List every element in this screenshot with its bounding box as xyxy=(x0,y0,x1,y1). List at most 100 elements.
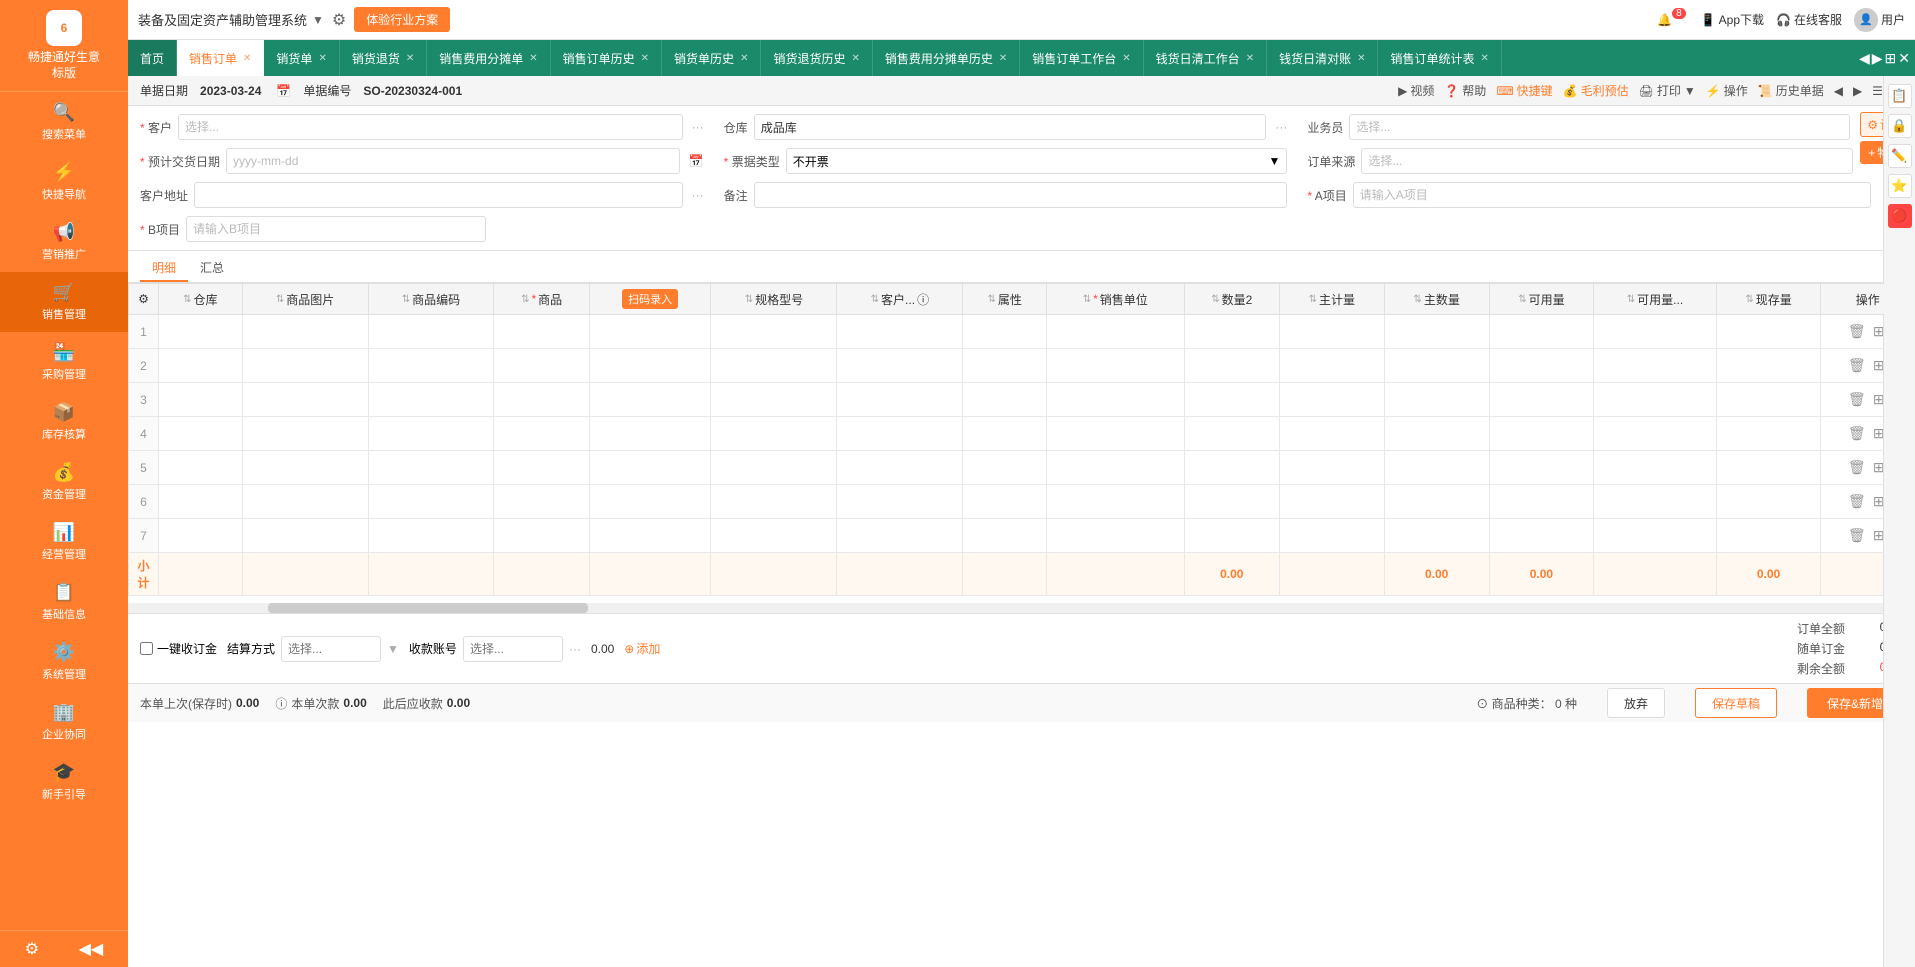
tab-close-icon[interactable]: ✕ xyxy=(1481,53,1489,64)
tab-close-icon[interactable]: ✕ xyxy=(406,53,414,64)
delete-icon[interactable]: 🗑 xyxy=(1848,391,1866,409)
one-click-checkbox[interactable] xyxy=(140,642,153,655)
right-panel-btn-2[interactable]: 🔒 xyxy=(1888,114,1912,138)
th-scan[interactable]: 扫码录入 xyxy=(589,284,711,315)
sidebar-item-inventory[interactable]: 📦 库存核算 xyxy=(0,392,128,452)
th-product-image[interactable]: ⇅商品图片 xyxy=(242,284,368,315)
order-source-input[interactable] xyxy=(1361,148,1853,174)
right-panel-btn-3[interactable]: ✏️ xyxy=(1888,144,1912,168)
th-gear[interactable]: ⚙ xyxy=(129,284,159,315)
calendar-icon[interactable]: 📅 xyxy=(276,84,291,98)
th-quantity2[interactable]: ⇅数量2 xyxy=(1184,284,1279,315)
right-panel-btn-4[interactable]: ⭐ xyxy=(1888,174,1912,198)
sidebar-item-basic[interactable]: 📋 基础信息 xyxy=(0,572,128,632)
salesperson-input[interactable] xyxy=(1349,114,1850,140)
history-action[interactable]: 📜 历史单据 xyxy=(1758,82,1824,99)
topbar-gear-icon[interactable]: ⚙ xyxy=(332,10,346,30)
th-customer-no[interactable]: ⇅客户... ⓘ xyxy=(837,284,963,315)
a-project-input[interactable] xyxy=(1353,182,1871,208)
tab-sales-return[interactable]: 销货退货✕ xyxy=(340,40,427,76)
sidebar-item-quicknav[interactable]: ⚡ 快捷导航 xyxy=(0,152,128,212)
one-click-label[interactable]: 一键收订金 xyxy=(140,640,217,657)
help-action[interactable]: ❓ 帮助 xyxy=(1444,82,1486,99)
tab-close-icon[interactable]: ✕ xyxy=(851,53,859,64)
view-action[interactable]: ▶ 视频 xyxy=(1398,82,1434,99)
nav-close-btn[interactable]: ✕ xyxy=(1898,50,1910,67)
sidebar-item-purchase[interactable]: 🏪 采购管理 xyxy=(0,332,128,392)
tab-invoice-history[interactable]: 销货单历史✕ xyxy=(662,40,761,76)
warehouse-input[interactable] xyxy=(754,114,1267,140)
warehouse-dots[interactable]: ··· xyxy=(1275,120,1287,134)
right-panel-btn-1[interactable]: 📋 xyxy=(1888,84,1912,108)
th-warehouse[interactable]: ⇅仓库 xyxy=(159,284,243,315)
receipt-dots[interactable]: ··· xyxy=(569,642,581,656)
tab-close-icon[interactable]: ✕ xyxy=(243,53,251,64)
tab-fee-history[interactable]: 销售费用分摊单历史✕ xyxy=(873,40,1020,76)
notes-input[interactable] xyxy=(754,182,1288,208)
th-attribute[interactable]: ⇅属性 xyxy=(963,284,1047,315)
tab-home[interactable]: 首页 xyxy=(128,40,177,76)
system-dropdown-btn[interactable]: ▼ xyxy=(312,13,324,27)
tab-close-icon[interactable]: ✕ xyxy=(318,53,326,64)
sidebar-item-enterprise[interactable]: 🏢 企业协同 xyxy=(0,692,128,752)
save-draft-button[interactable]: 保存草稿 xyxy=(1695,688,1777,718)
payment-method-input[interactable] xyxy=(281,636,381,662)
cell-customer-no[interactable] xyxy=(837,315,963,349)
cell-name[interactable] xyxy=(494,315,589,349)
tab-summary[interactable]: 汇总 xyxy=(188,255,236,282)
cell-qty2[interactable] xyxy=(1184,315,1279,349)
customer-input[interactable] xyxy=(178,114,683,140)
sidebar-item-search[interactable]: 🔍 搜索菜单 xyxy=(0,92,128,152)
tab-close-icon[interactable]: ✕ xyxy=(740,53,748,64)
cell-spec[interactable] xyxy=(711,315,837,349)
app-download-btn[interactable]: 📱 App下载 xyxy=(1701,11,1764,28)
address-dots[interactable]: ··· xyxy=(692,188,704,202)
cell-warehouse[interactable] xyxy=(159,315,243,349)
online-service-btn[interactable]: 🎧 在线客服 xyxy=(1776,11,1842,28)
nav-prev-form-btn[interactable]: ◀ xyxy=(1834,84,1843,98)
shortcut-action[interactable]: ⌨ 快捷键 xyxy=(1496,82,1552,99)
right-panel-btn-5[interactable]: 🔴 xyxy=(1888,204,1912,228)
sidebar-item-sales[interactable]: 🛒 销售管理 xyxy=(0,272,128,332)
tab-sales-summary[interactable]: 销售订单统计表✕ xyxy=(1378,40,1501,76)
b-project-input[interactable] xyxy=(186,216,486,242)
tab-close-icon[interactable]: ✕ xyxy=(999,53,1007,64)
tab-close-icon[interactable]: ✕ xyxy=(1357,53,1365,64)
nav-next-form-btn[interactable]: ▶ xyxy=(1853,84,1862,98)
tab-close-icon[interactable]: ✕ xyxy=(1122,53,1130,64)
th-product-code[interactable]: ⇅商品编码 xyxy=(368,284,494,315)
th-sales-unit[interactable]: ⇅*销售单位 xyxy=(1046,284,1184,315)
cell-sales-unit[interactable] xyxy=(1046,315,1184,349)
th-spec[interactable]: ⇅规格型号 xyxy=(711,284,837,315)
sidebar-item-guide[interactable]: 🎓 新手引导 xyxy=(0,752,128,812)
receipt-account-input[interactable] xyxy=(463,636,563,662)
scan-btn[interactable]: 扫码录入 xyxy=(622,289,678,309)
th-available2[interactable]: ⇅可用量... xyxy=(1594,284,1716,315)
sidebar-item-operations[interactable]: 📊 经营管理 xyxy=(0,512,128,572)
tab-sales-order-history[interactable]: 销售订单历史✕ xyxy=(551,40,662,76)
user-menu[interactable]: 👤 用户 xyxy=(1854,8,1905,32)
nav-next-btn[interactable]: ▶ xyxy=(1872,50,1883,67)
sidebar-item-system[interactable]: ⚙️ 系统管理 xyxy=(0,632,128,692)
add-btn[interactable]: ⊕ 添加 xyxy=(624,640,660,657)
th-available1[interactable]: ⇅可用量 xyxy=(1489,284,1594,315)
cell-main-qty[interactable] xyxy=(1384,315,1489,349)
tab-detail[interactable]: 明细 xyxy=(140,255,188,282)
preview-action[interactable]: 💰 毛利预估 xyxy=(1563,82,1629,99)
sidebar-item-marketing[interactable]: 📢 营销推广 xyxy=(0,212,128,272)
nav-expand-btn[interactable]: ⊞ xyxy=(1885,50,1897,67)
scroll-track[interactable] xyxy=(128,603,1915,613)
tab-order-workbench[interactable]: 销售订单工作台✕ xyxy=(1020,40,1143,76)
nav-prev-btn[interactable]: ◀ xyxy=(1859,50,1870,67)
customer-dots[interactable]: ··· xyxy=(692,120,704,134)
tab-sales-fee[interactable]: 销售费用分摊单✕ xyxy=(427,40,550,76)
delete-icon[interactable]: 🗑 xyxy=(1848,527,1866,545)
tab-close-icon[interactable]: ✕ xyxy=(641,53,649,64)
delete-icon[interactable]: 🗑 xyxy=(1848,425,1866,443)
tab-close-icon[interactable]: ✕ xyxy=(1246,53,1254,64)
cell-code[interactable] xyxy=(368,315,494,349)
th-product-name[interactable]: ⇅*商品 xyxy=(494,284,589,315)
delete-icon[interactable]: 🗑 xyxy=(1848,493,1866,511)
th-main-unit[interactable]: ⇅主计量 xyxy=(1279,284,1384,315)
tab-return-history[interactable]: 销货退货历史✕ xyxy=(761,40,872,76)
